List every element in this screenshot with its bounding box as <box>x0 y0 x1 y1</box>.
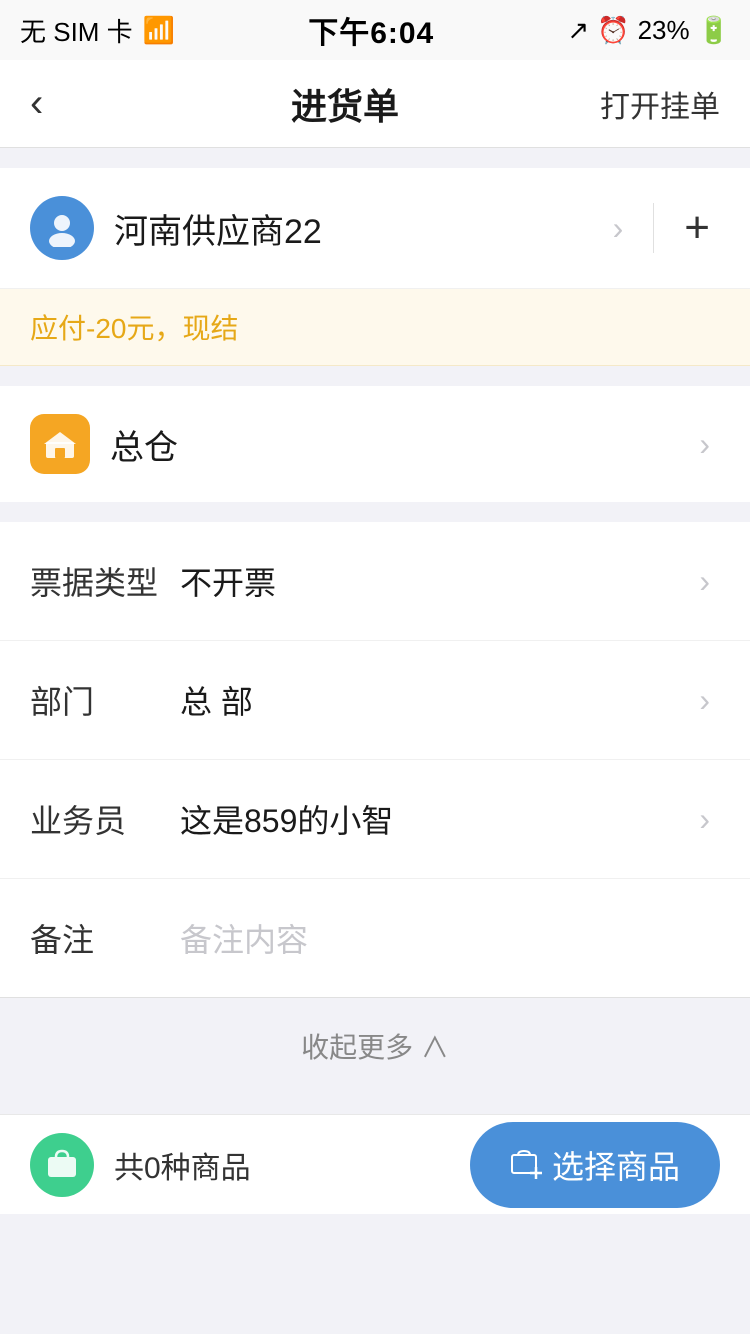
collapse-label: 收起更多 ∧ <box>301 1026 449 1066</box>
info-text: 应付-20元，现结 <box>30 313 238 344</box>
department-chevron-icon: › <box>699 682 710 719</box>
carrier-label: 无 SIM 卡 <box>20 12 133 49</box>
department-value: 总 部 <box>170 677 699 723</box>
section-gap-3 <box>0 502 750 522</box>
page-container: 无 SIM 卡 📶 下午6:04 ↗ ⏰ 23% 🔋 ‹ 进货单 打开挂单 河南… <box>0 0 750 1334</box>
salesperson-label: 业务员 <box>30 796 170 842</box>
vertical-divider <box>653 203 654 253</box>
back-button[interactable]: ‹ <box>30 81 110 126</box>
warehouse-name: 总仓 <box>110 420 699 469</box>
add-supplier-button[interactable]: + <box>674 203 720 253</box>
section-gap-4 <box>0 1094 750 1114</box>
info-banner: 应付-20元，现结 <box>0 289 750 366</box>
goods-count-label: 共0种商品 <box>114 1143 470 1187</box>
warehouse-row[interactable]: 总仓 › <box>0 386 750 502</box>
open-pending-button[interactable]: 打开挂单 <box>580 82 720 126</box>
section-gap-2 <box>0 366 750 386</box>
location-icon: ↗ <box>567 15 589 46</box>
status-time: 下午6:04 <box>308 8 434 52</box>
warehouse-icon <box>30 414 90 474</box>
goods-icon-wrap <box>30 1133 94 1197</box>
form-card: 票据类型 不开票 › 部门 总 部 › 业务员 这是859的小智 › 备注 备注… <box>0 522 750 997</box>
select-goods-label: 选择商品 <box>552 1142 680 1188</box>
status-bar: 无 SIM 卡 📶 下午6:04 ↗ ⏰ 23% 🔋 <box>0 0 750 60</box>
remarks-row[interactable]: 备注 备注内容 <box>0 879 750 997</box>
invoice-type-row[interactable]: 票据类型 不开票 › <box>0 522 750 641</box>
select-goods-button[interactable]: 选择商品 <box>470 1122 720 1208</box>
invoice-type-value: 不开票 <box>170 558 699 604</box>
supplier-chevron-icon: › <box>613 210 624 247</box>
bottom-bar: 共0种商品 选择商品 <box>0 1114 750 1214</box>
warehouse-card: 总仓 › <box>0 386 750 502</box>
page-title: 进货单 <box>110 78 580 130</box>
supplier-avatar <box>30 196 94 260</box>
invoice-type-label: 票据类型 <box>30 558 170 604</box>
department-label: 部门 <box>30 677 170 723</box>
department-row[interactable]: 部门 总 部 › <box>0 641 750 760</box>
battery-label: 23% <box>638 15 690 46</box>
salesperson-value: 这是859的小智 <box>170 796 699 842</box>
nav-bar: ‹ 进货单 打开挂单 <box>0 60 750 148</box>
supplier-card: 河南供应商22 › + 应付-20元，现结 <box>0 168 750 366</box>
invoice-chevron-icon: › <box>699 563 710 600</box>
salesperson-chevron-icon: › <box>699 801 710 838</box>
status-right: ↗ ⏰ 23% 🔋 <box>567 15 730 46</box>
wifi-icon: 📶 <box>143 15 175 46</box>
section-gap-1 <box>0 148 750 168</box>
supplier-name: 河南供应商22 <box>114 204 613 253</box>
supplier-row[interactable]: 河南供应商22 › + <box>0 168 750 289</box>
status-left: 无 SIM 卡 📶 <box>20 12 175 49</box>
alarm-icon: ⏰ <box>597 15 629 46</box>
battery-icon: 🔋 <box>698 15 730 46</box>
remarks-input[interactable]: 备注内容 <box>170 915 720 961</box>
warehouse-chevron-icon: › <box>699 426 710 463</box>
collapse-button[interactable]: 收起更多 ∧ <box>0 997 750 1094</box>
remarks-label: 备注 <box>30 915 170 961</box>
salesperson-row[interactable]: 业务员 这是859的小智 › <box>0 760 750 879</box>
